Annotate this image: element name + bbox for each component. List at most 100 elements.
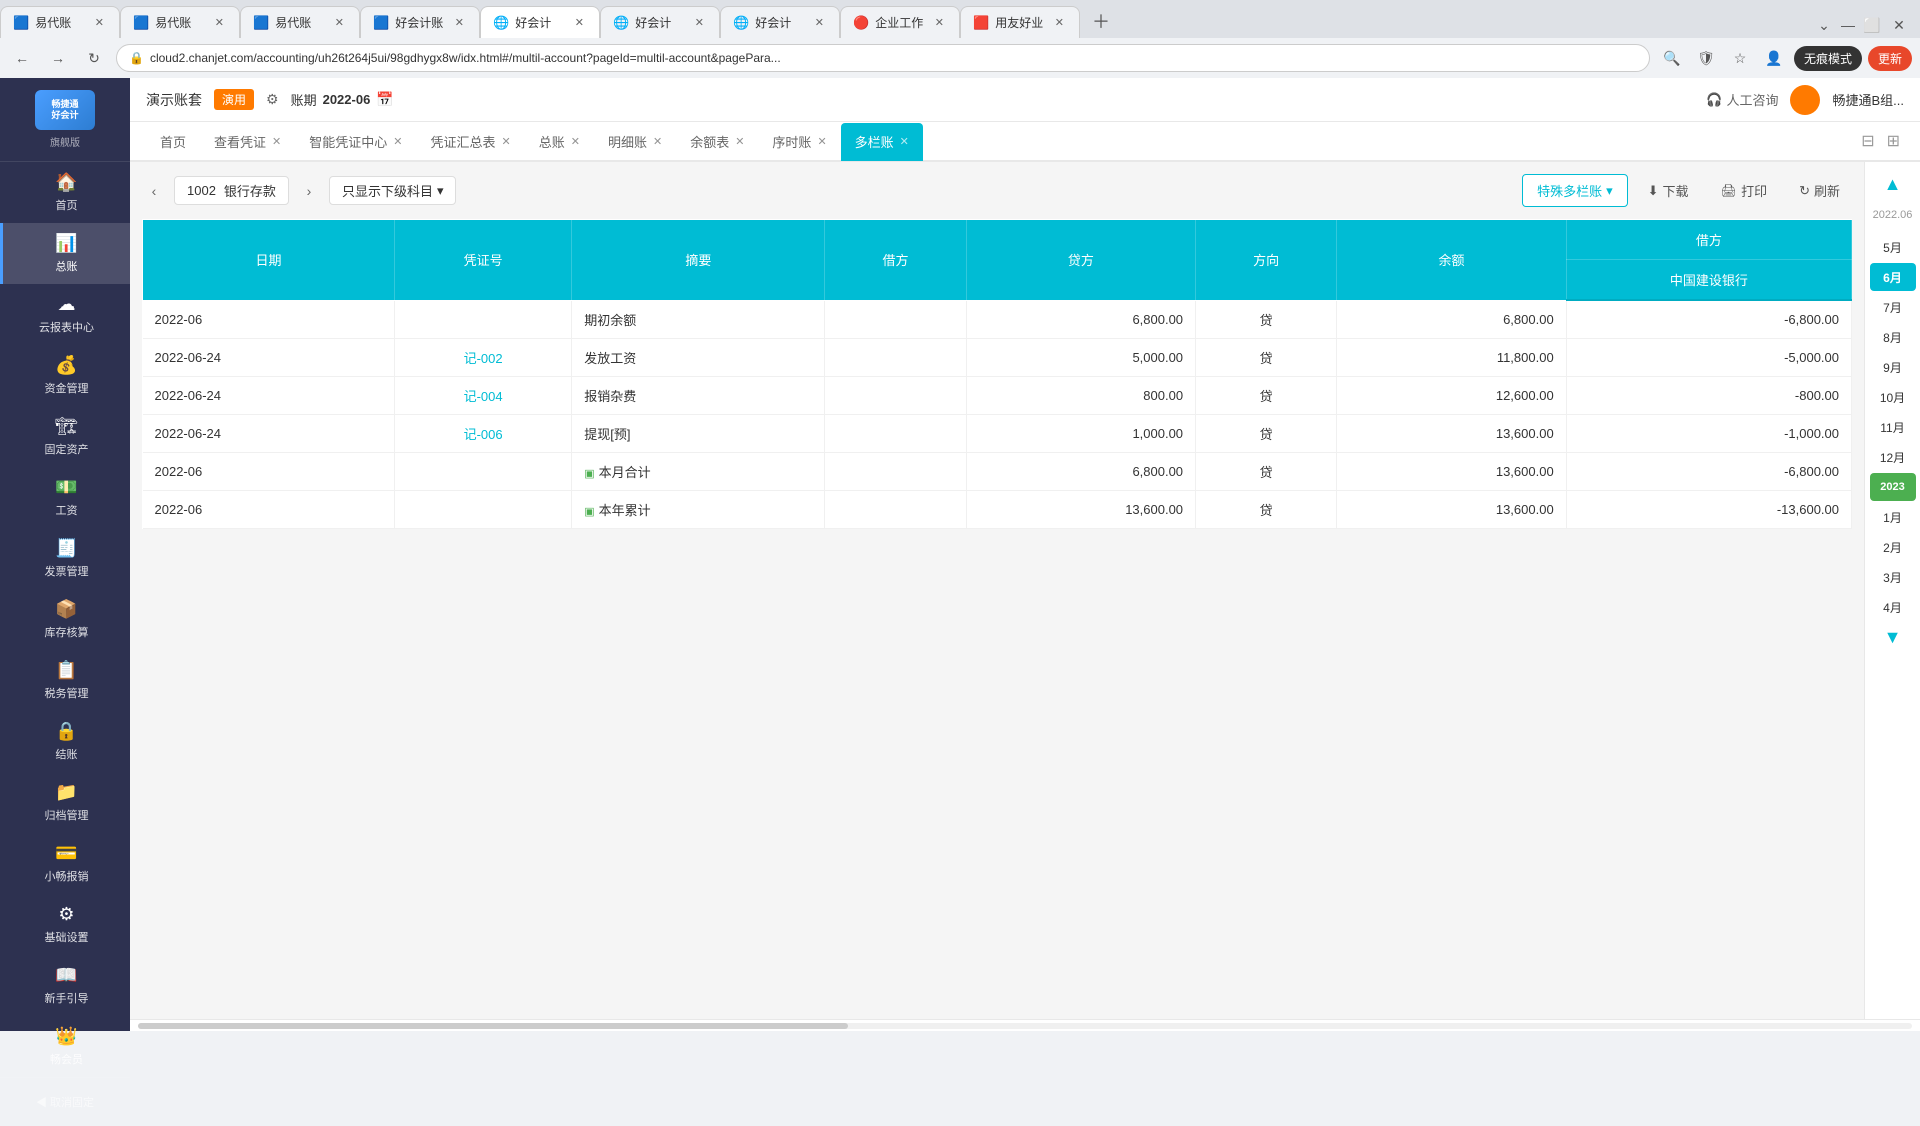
tab-8-close[interactable]: ✕ <box>932 15 947 30</box>
profile-icon-btn[interactable]: 👤 <box>1760 44 1788 72</box>
restore-button[interactable]: ⬜ <box>1862 15 1882 35</box>
sidebar-item-close[interactable]: 🔒 结账 <box>0 711 130 772</box>
sidebar-item-invoice[interactable]: 🧾 发票管理 <box>0 528 130 589</box>
expand-tabs-button[interactable]: ⊞ <box>1883 127 1904 155</box>
stealth-mode-button[interactable]: 无痕模式 <box>1794 46 1862 71</box>
browser-tab-9[interactable]: 🟥 用友好业 ✕ <box>960 6 1080 38</box>
sidebar-item-fund[interactable]: 💰 资金管理 <box>0 345 130 406</box>
download-button[interactable]: ⬇ 下载 <box>1636 175 1701 206</box>
sidebar-item-tax[interactable]: 📋 税务管理 <box>0 650 130 711</box>
back-button[interactable]: ← <box>8 44 36 72</box>
browser-tab-5[interactable]: 🌐 好会计 ✕ <box>480 6 600 38</box>
sidebar-item-general-ledger[interactable]: 📊 总账 <box>0 223 130 284</box>
close-window-button[interactable]: ✕ <box>1886 12 1912 38</box>
address-bar[interactable]: 🔒 cloud2.chanjet.com/accounting/uh26t264… <box>116 44 1650 72</box>
scroll-up-button[interactable]: ▲ <box>1884 174 1902 195</box>
page-tab-general-ledger[interactable]: 总账 ✕ <box>525 123 594 161</box>
new-tab-button[interactable]: ＋ <box>1080 6 1122 38</box>
special-multi-account-button[interactable]: 特殊多栏账 ▾ <box>1522 174 1628 207</box>
page-tab-sequence-ledger-close[interactable]: ✕ <box>817 135 826 148</box>
page-tab-smart-center[interactable]: 智能凭证中心 ✕ <box>295 123 416 161</box>
tab-3-close[interactable]: ✕ <box>332 15 347 30</box>
calendar-icon[interactable]: 📅 <box>376 91 393 108</box>
calendar-month-item[interactable]: 4月 <box>1870 593 1916 621</box>
browser-tab-6[interactable]: 🌐 好会计 ✕ <box>600 6 720 38</box>
pin-sidebar-button[interactable]: ◀ 取消固定 <box>5 1088 125 1116</box>
search-icon-btn[interactable]: 🔍 <box>1658 44 1686 72</box>
calendar-month-item[interactable]: 9月 <box>1870 353 1916 381</box>
sidebar-item-guide[interactable]: 📖 新手引导 <box>0 955 130 1016</box>
bookmark-icon-btn[interactable]: ☆ <box>1726 44 1754 72</box>
page-tab-balance-table-close[interactable]: ✕ <box>735 135 744 148</box>
browser-tab-8[interactable]: 🔴 企业工作 ✕ <box>840 6 960 38</box>
sidebar-item-cloud-report[interactable]: ☁ 云报表中心 <box>0 284 130 345</box>
page-tab-detail-ledger[interactable]: 明细账 ✕ <box>594 123 676 161</box>
sidebar-item-expense[interactable]: 💳 小畅报销 <box>0 833 130 894</box>
cell-voucher-no[interactable]: 记-006 <box>394 414 571 452</box>
horizontal-scrollbar[interactable] <box>138 1023 1912 1029</box>
calendar-month-item[interactable]: 12月 <box>1870 443 1916 471</box>
sidebar-item-inventory[interactable]: 📦 库存核算 <box>0 589 130 650</box>
sidebar-item-payroll[interactable]: 💵 工资 <box>0 467 130 528</box>
page-tab-balance-table[interactable]: 余额表 ✕ <box>676 123 758 161</box>
sidebar-item-member[interactable]: 👑 畅会员 <box>0 1016 130 1077</box>
page-tab-voucher-summary-close[interactable]: ✕ <box>502 135 511 148</box>
browser-tab-1[interactable]: 🟦 易代账 ✕ <box>0 6 120 38</box>
page-tab-view-voucher-close[interactable]: ✕ <box>272 135 281 148</box>
page-tab-view-voucher[interactable]: 查看凭证 ✕ <box>200 123 295 161</box>
update-button[interactable]: 更新 <box>1868 46 1912 71</box>
scroll-thumb[interactable] <box>138 1023 848 1029</box>
tab-4-close[interactable]: ✕ <box>452 15 467 30</box>
shield-icon-btn[interactable]: 🛡 <box>1692 44 1720 72</box>
filter-subcategory-button[interactable]: 只显示下级科目 ▾ <box>329 176 457 205</box>
next-account-button[interactable]: › <box>297 179 321 203</box>
prev-account-button[interactable]: ‹ <box>142 179 166 203</box>
forward-button[interactable]: → <box>44 44 72 72</box>
cell-voucher-no[interactable]: 记-002 <box>394 338 571 376</box>
page-tab-multi-column-close[interactable]: ✕ <box>900 135 909 148</box>
calendar-month-item[interactable]: 8月 <box>1870 323 1916 351</box>
collapse-tabs-button[interactable]: ⊟ <box>1857 127 1878 155</box>
account-selector[interactable]: 1002 银行存款 <box>174 176 289 205</box>
settings-gear-icon[interactable]: ⚙ <box>266 91 279 108</box>
calendar-month-item[interactable]: 2023 <box>1870 473 1916 501</box>
tab-2-close[interactable]: ✕ <box>212 15 227 30</box>
reload-button[interactable]: ↻ <box>80 44 108 72</box>
browser-tab-3[interactable]: 🟦 易代账 ✕ <box>240 6 360 38</box>
tab-1-close[interactable]: ✕ <box>92 15 107 30</box>
voucher-link[interactable]: 记-002 <box>464 351 503 366</box>
sidebar-item-home[interactable]: 🏠 首页 <box>0 162 130 223</box>
page-tab-home[interactable]: 首页 <box>146 123 200 161</box>
print-button[interactable]: 🖨 打印 <box>1709 175 1780 206</box>
calendar-month-item[interactable]: 7月 <box>1870 293 1916 321</box>
browser-tab-7[interactable]: 🌐 好会计 ✕ <box>720 6 840 38</box>
voucher-link[interactable]: 记-004 <box>464 389 503 404</box>
browser-tab-2[interactable]: 🟦 易代账 ✕ <box>120 6 240 38</box>
page-tab-multi-column[interactable]: 多栏账 ✕ <box>841 123 923 161</box>
page-tab-detail-ledger-close[interactable]: ✕ <box>653 135 662 148</box>
calendar-month-item[interactable]: 5月 <box>1870 233 1916 261</box>
page-tab-smart-center-close[interactable]: ✕ <box>393 135 402 148</box>
cell-voucher-no[interactable]: 记-004 <box>394 376 571 414</box>
minimize-button[interactable]: — <box>1838 15 1858 35</box>
refresh-button[interactable]: ↻ 刷新 <box>1787 175 1852 206</box>
sidebar-item-settings[interactable]: ⚙ 基础设置 <box>0 894 130 955</box>
tab-5-close[interactable]: ✕ <box>572 15 587 30</box>
consult-button[interactable]: 🎧 人工咨询 <box>1706 90 1778 109</box>
tab-list-button[interactable]: ⌄ <box>1814 15 1834 35</box>
tab-7-close[interactable]: ✕ <box>812 15 827 30</box>
sidebar-item-archive[interactable]: 📁 归档管理 <box>0 772 130 833</box>
scroll-down-button[interactable]: ▼ <box>1884 627 1902 648</box>
calendar-month-item[interactable]: 6月 <box>1870 263 1916 291</box>
page-tab-general-ledger-close[interactable]: ✕ <box>571 135 580 148</box>
calendar-month-item[interactable]: 11月 <box>1870 413 1916 441</box>
calendar-month-item[interactable]: 3月 <box>1870 563 1916 591</box>
voucher-link[interactable]: 记-006 <box>464 427 503 442</box>
browser-tab-4[interactable]: 🟦 好会计账 ✕ <box>360 6 480 38</box>
calendar-month-item[interactable]: 10月 <box>1870 383 1916 411</box>
tab-9-close[interactable]: ✕ <box>1052 15 1067 30</box>
page-tab-sequence-ledger[interactable]: 序时账 ✕ <box>758 123 840 161</box>
sidebar-item-fixed-assets[interactable]: 🏗 固定资产 <box>0 406 130 467</box>
calendar-month-item[interactable]: 2月 <box>1870 533 1916 561</box>
tab-6-close[interactable]: ✕ <box>692 15 707 30</box>
